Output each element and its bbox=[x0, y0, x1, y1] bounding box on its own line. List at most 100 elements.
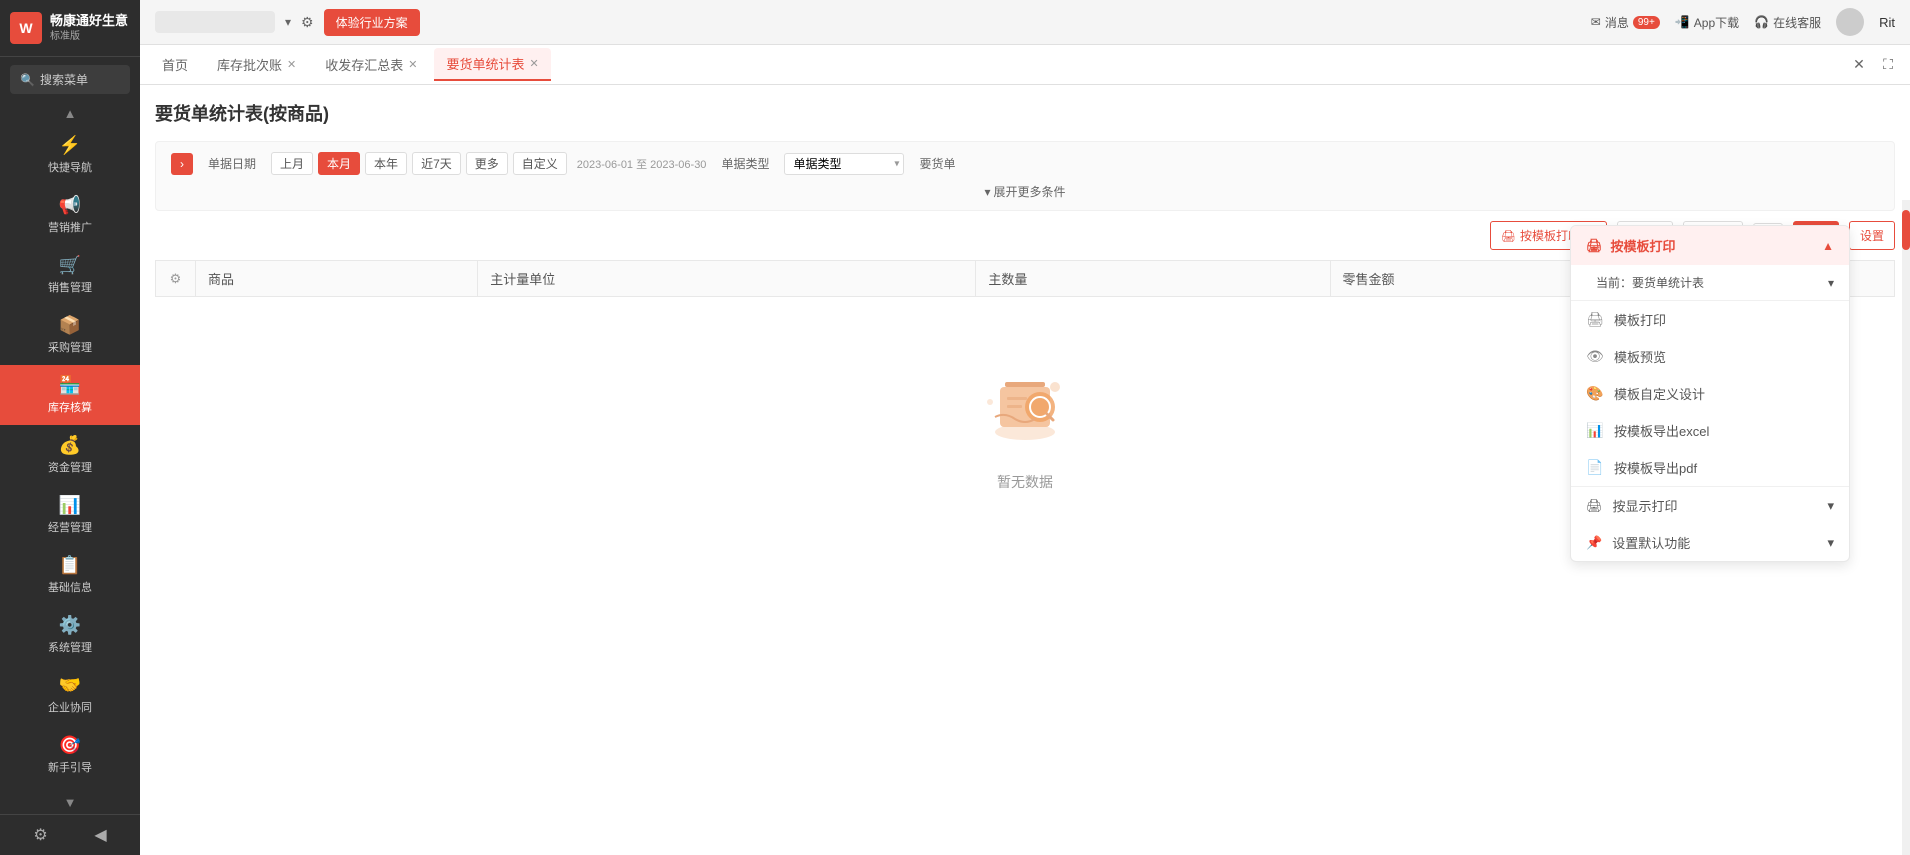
search-menu-button[interactable]: 🔍 搜索菜单 bbox=[10, 65, 130, 94]
sidebar-item-marketing[interactable]: 📢 营销推广 bbox=[0, 185, 140, 245]
sidebar-item-label: 销售管理 bbox=[48, 279, 92, 295]
tab-receipt-summary[interactable]: 收发存汇总表 ✕ bbox=[313, 49, 429, 80]
sidebar-scroll-down[interactable]: ▼ bbox=[0, 791, 140, 814]
topbar-right: ✉ 消息 99+ 📲 App下载 🎧 在线客服 Rit bbox=[1591, 8, 1895, 36]
messages-label: 消息 bbox=[1605, 14, 1629, 31]
sidebar-item-purchase[interactable]: 📦 采购管理 bbox=[0, 305, 140, 365]
sidebar-item-label: 新手引导 bbox=[48, 759, 92, 775]
filter-row-1: › 单据日期 上月 本月 本年 近7天 更多 自定义 2023-06-01 至 … bbox=[171, 152, 1879, 175]
sidebar-item-label: 营销推广 bbox=[48, 219, 92, 235]
default-func-chevron-icon: ▾ bbox=[1827, 535, 1834, 551]
user-avatar[interactable] bbox=[1836, 8, 1864, 36]
default-func-icon: 📌 bbox=[1586, 535, 1602, 551]
topbar-gear-icon[interactable]: ⚙ bbox=[301, 14, 314, 31]
headset-icon: 🎧 bbox=[1754, 15, 1769, 29]
scrollbar-thumb bbox=[1902, 210, 1910, 250]
settings-button[interactable]: 设置 bbox=[1849, 221, 1895, 250]
date-btn-more[interactable]: 更多 bbox=[466, 152, 508, 175]
dropdown-item-template-print[interactable]: 🖨 模板打印 bbox=[1571, 301, 1849, 338]
tab-receipt-summary-close[interactable]: ✕ bbox=[408, 58, 417, 71]
date-btn-7days[interactable]: 近7天 bbox=[412, 152, 461, 175]
tab-order-stats-label: 要货单统计表 bbox=[446, 54, 524, 73]
sidebar-item-quick-nav[interactable]: ⚡ 快捷导航 bbox=[0, 125, 140, 185]
sidebar-item-label: 系统管理 bbox=[48, 639, 92, 655]
tab-home[interactable]: 首页 bbox=[150, 49, 200, 80]
sidebar-nav: ⚡ 快捷导航 📢 营销推广 🛒 销售管理 📦 采购管理 🏪 库存核算 💰 资金管… bbox=[0, 125, 140, 791]
expand-more-button[interactable]: ▾ 展开更多条件 bbox=[984, 183, 1065, 200]
export-pdf-label: 按模板导出pdf bbox=[1614, 458, 1697, 477]
template-custom-icon: 🎨 bbox=[1586, 385, 1604, 402]
page-content: 要货单统计表(按商品) › 单据日期 上月 本月 本年 近7天 更多 自定义 2… bbox=[140, 85, 1910, 855]
sidebar-item-label: 资金管理 bbox=[48, 459, 92, 475]
date-btn-this-year[interactable]: 本年 bbox=[365, 152, 407, 175]
date-btn-this-month[interactable]: 本月 bbox=[318, 152, 360, 175]
tab-order-stats[interactable]: 要货单统计表 ✕ bbox=[434, 48, 550, 81]
sidebar-item-label: 基础信息 bbox=[48, 579, 92, 595]
app-download-button[interactable]: 📲 App下载 bbox=[1675, 14, 1739, 31]
sidebar-scroll-up[interactable]: ▲ bbox=[0, 102, 140, 125]
topbar-search-input[interactable] bbox=[155, 11, 275, 33]
print-dropdown: 🖨 按模板打印 ▲ 当前：要货单统计表 ▾ 🖨 模板打印 👁 模板预览 🎨 模板… bbox=[1570, 225, 1850, 562]
window-maximize-button[interactable]: ⛶ bbox=[1876, 53, 1900, 77]
dropdown-item-export-excel[interactable]: 📊 按模板导出excel bbox=[1571, 412, 1849, 449]
current-template-row[interactable]: 当前：要货单统计表 ▾ bbox=[1571, 265, 1849, 300]
date-btn-custom[interactable]: 自定义 bbox=[513, 152, 567, 175]
sidebar-item-label: 经营管理 bbox=[48, 519, 92, 535]
tab-order-stats-close[interactable]: ✕ bbox=[530, 57, 539, 70]
cooperation-icon: 🤝 bbox=[59, 675, 81, 696]
sidebar-item-sales[interactable]: 🛒 销售管理 bbox=[0, 245, 140, 305]
template-print-label: 模板打印 bbox=[1614, 310, 1666, 329]
default-func-label: 设置默认功能 bbox=[1612, 533, 1690, 552]
app-edition: 标准版 bbox=[50, 30, 128, 43]
sidebar-item-basic[interactable]: 📋 基础信息 bbox=[0, 545, 140, 605]
dropdown-item-display-print[interactable]: 🖨 按显示打印 ▾ bbox=[1571, 487, 1849, 524]
sidebar-item-operations[interactable]: 📊 经营管理 bbox=[0, 485, 140, 545]
date-btn-last-month[interactable]: 上月 bbox=[271, 152, 313, 175]
topbar-dropdown-button[interactable]: ▾ bbox=[285, 15, 291, 29]
dropdown-item-template-custom[interactable]: 🎨 模板自定义设计 bbox=[1571, 375, 1849, 412]
display-print-chevron-icon: ▾ bbox=[1827, 498, 1834, 514]
order-goods-label: 要货单 bbox=[919, 155, 955, 172]
settings-bottom-button[interactable]: ⚙ bbox=[33, 825, 47, 845]
page-title: 要货单统计表(按商品) bbox=[155, 100, 1895, 126]
sales-icon: 🛒 bbox=[59, 255, 81, 276]
sidebar-item-system[interactable]: ⚙️ 系统管理 bbox=[0, 605, 140, 665]
guide-icon: 🎯 bbox=[59, 735, 81, 756]
tab-batch-account[interactable]: 库存批次账 ✕ bbox=[205, 49, 308, 80]
search-menu-label: 搜索菜单 bbox=[40, 71, 88, 88]
current-template-chevron-icon: ▾ bbox=[1828, 276, 1834, 290]
search-icon: 🔍 bbox=[20, 73, 35, 87]
online-service-button[interactable]: 🎧 在线客服 bbox=[1754, 14, 1821, 31]
window-close-button[interactable]: ✕ bbox=[1847, 53, 1871, 77]
trial-industry-button[interactable]: 体验行业方案 bbox=[324, 9, 420, 36]
empty-state-icon bbox=[975, 357, 1075, 457]
dropdown-item-template-preview[interactable]: 👁 模板预览 bbox=[1571, 338, 1849, 375]
column-settings-icon[interactable]: ⚙ bbox=[170, 271, 182, 286]
system-icon: ⚙️ bbox=[59, 615, 81, 636]
dropdown-item-export-pdf[interactable]: 📄 按模板导出pdf bbox=[1571, 449, 1849, 486]
sidebar-item-finance[interactable]: 💰 资金管理 bbox=[0, 425, 140, 485]
col-unit: 主计量单位 bbox=[478, 261, 976, 297]
order-type-select-wrapper: 单据类型 bbox=[784, 153, 904, 175]
dropdown-item-default-func[interactable]: 📌 设置默认功能 ▾ bbox=[1571, 524, 1849, 561]
main-area: ▾ ⚙ 体验行业方案 ✉ 消息 99+ 📲 App下载 🎧 在线客服 Rit 首… bbox=[140, 0, 1910, 855]
sidebar-item-cooperation[interactable]: 🤝 企业协同 bbox=[0, 665, 140, 725]
messages-button[interactable]: ✉ 消息 99+ bbox=[1591, 14, 1660, 31]
tab-batch-account-close[interactable]: ✕ bbox=[287, 58, 296, 71]
app-download-label: App下载 bbox=[1694, 14, 1739, 31]
order-type-select[interactable]: 单据类型 bbox=[784, 153, 904, 175]
window-buttons: ✕ ⛶ bbox=[1847, 53, 1900, 77]
operations-icon: 📊 bbox=[59, 495, 81, 516]
date-range-display: 2023-06-01 至 2023-06-30 bbox=[577, 156, 707, 172]
message-icon: ✉ bbox=[1591, 15, 1601, 29]
sidebar-item-guide[interactable]: 🎯 新手引导 bbox=[0, 725, 140, 785]
col-settings[interactable]: ⚙ bbox=[156, 261, 196, 297]
print-dropdown-header[interactable]: 🖨 按模板打印 ▲ bbox=[1571, 226, 1849, 265]
app-name: 畅康通好生意 bbox=[50, 13, 128, 30]
sidebar-item-inventory[interactable]: 🏪 库存核算 bbox=[0, 365, 140, 425]
export-excel-label: 按模板导出excel bbox=[1614, 421, 1709, 440]
basic-icon: 📋 bbox=[59, 555, 81, 576]
filter-expand-toggle[interactable]: › bbox=[171, 153, 193, 175]
collapse-sidebar-button[interactable]: ◀ bbox=[94, 825, 106, 845]
right-scrollbar[interactable] bbox=[1902, 200, 1910, 855]
